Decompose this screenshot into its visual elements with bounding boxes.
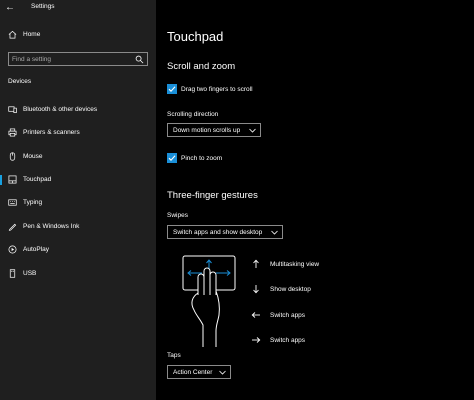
sidebar-item-usb[interactable]: USB bbox=[0, 267, 156, 281]
back-button[interactable]: ← bbox=[4, 2, 16, 14]
checkmark-icon bbox=[168, 86, 176, 92]
gesture-label: Show desktop bbox=[270, 286, 311, 293]
dropdown-value: Down motion scrolls up bbox=[173, 127, 241, 134]
checkmark-icon bbox=[168, 155, 176, 161]
chevron-down-icon bbox=[219, 370, 226, 375]
section-heading-three-finger: Three-finger gestures bbox=[167, 190, 258, 201]
sidebar-item-printers[interactable]: Printers & scanners bbox=[0, 126, 156, 140]
sidebar-item-label: AutoPlay bbox=[23, 246, 50, 253]
section-label: Devices bbox=[8, 78, 32, 85]
usb-icon bbox=[9, 269, 16, 278]
sidebar-item-pen[interactable]: Pen & Windows Ink bbox=[0, 220, 156, 234]
pen-icon bbox=[8, 223, 17, 231]
sidebar-item-label: Mouse bbox=[23, 153, 43, 160]
dropdown-value: Action Center bbox=[173, 369, 213, 376]
gesture-label: Multitasking view bbox=[270, 261, 320, 268]
search-input[interactable] bbox=[12, 54, 130, 64]
page-title: Touchpad bbox=[167, 29, 224, 44]
sidebar-item-touchpad[interactable]: Touchpad bbox=[0, 173, 156, 187]
sidebar-item-typing[interactable]: Typing bbox=[0, 196, 156, 210]
sidebar-item-label: Touchpad bbox=[23, 176, 52, 183]
taps-label: Taps bbox=[167, 352, 181, 359]
checkbox-checked[interactable] bbox=[167, 84, 177, 94]
sidebar-item-label: Typing bbox=[23, 199, 43, 206]
scrolling-direction-dropdown[interactable]: Down motion scrolls up bbox=[167, 123, 261, 137]
sidebar-item-label: USB bbox=[23, 270, 37, 277]
checkbox-label: Pinch to zoom bbox=[181, 155, 223, 162]
swipes-dropdown[interactable]: Switch apps and show desktop bbox=[167, 225, 283, 239]
sidebar-item-label: Printers & scanners bbox=[23, 129, 80, 136]
keyboard-icon bbox=[8, 199, 17, 206]
arrow-left-icon bbox=[251, 312, 260, 318]
sidebar-item-bluetooth[interactable]: Bluetooth & other devices bbox=[0, 103, 156, 117]
arrow-down-icon bbox=[253, 285, 259, 294]
sidebar-item-mouse[interactable]: Mouse bbox=[0, 150, 156, 164]
sidebar: ← Settings Home Devices Bluetooth & othe… bbox=[0, 0, 156, 400]
bluetooth-devices-icon bbox=[8, 106, 17, 114]
sidebar-item-label: Pen & Windows Ink bbox=[23, 223, 80, 230]
mouse-icon bbox=[9, 152, 16, 161]
sidebar-item-home[interactable]: Home bbox=[0, 28, 156, 42]
chevron-down-icon bbox=[271, 230, 278, 235]
checkbox-checked[interactable] bbox=[167, 153, 177, 163]
gesture-label: Switch apps bbox=[270, 312, 306, 319]
sidebar-item-label: Home bbox=[23, 31, 41, 38]
chevron-down-icon bbox=[249, 128, 256, 133]
checkbox-label: Drag two fingers to scroll bbox=[181, 86, 253, 93]
taps-dropdown[interactable]: Action Center bbox=[167, 365, 231, 379]
scrolling-direction-label: Scrolling direction bbox=[167, 111, 219, 118]
sidebar-item-label: Bluetooth & other devices bbox=[23, 106, 98, 113]
dropdown-value: Switch apps and show desktop bbox=[173, 229, 263, 236]
printer-icon bbox=[8, 128, 17, 137]
three-finger-gesture-illustration bbox=[182, 255, 236, 347]
home-icon bbox=[8, 30, 17, 39]
autoplay-icon bbox=[8, 245, 17, 254]
title-bar: ← Settings bbox=[0, 0, 156, 16]
section-heading-scroll-zoom: Scroll and zoom bbox=[167, 61, 236, 72]
arrow-up-icon bbox=[253, 259, 259, 268]
main-content: Touchpad Scroll and zoom Drag two finger… bbox=[156, 0, 474, 400]
swipes-label: Swipes bbox=[167, 212, 188, 219]
arrow-right-icon bbox=[252, 337, 261, 343]
gesture-label: Switch apps bbox=[270, 337, 306, 344]
search-box[interactable] bbox=[8, 52, 148, 66]
app-title: Settings bbox=[31, 3, 55, 10]
search-icon[interactable] bbox=[135, 55, 144, 64]
touchpad-icon bbox=[8, 175, 17, 184]
sidebar-item-autoplay[interactable]: AutoPlay bbox=[0, 243, 156, 257]
